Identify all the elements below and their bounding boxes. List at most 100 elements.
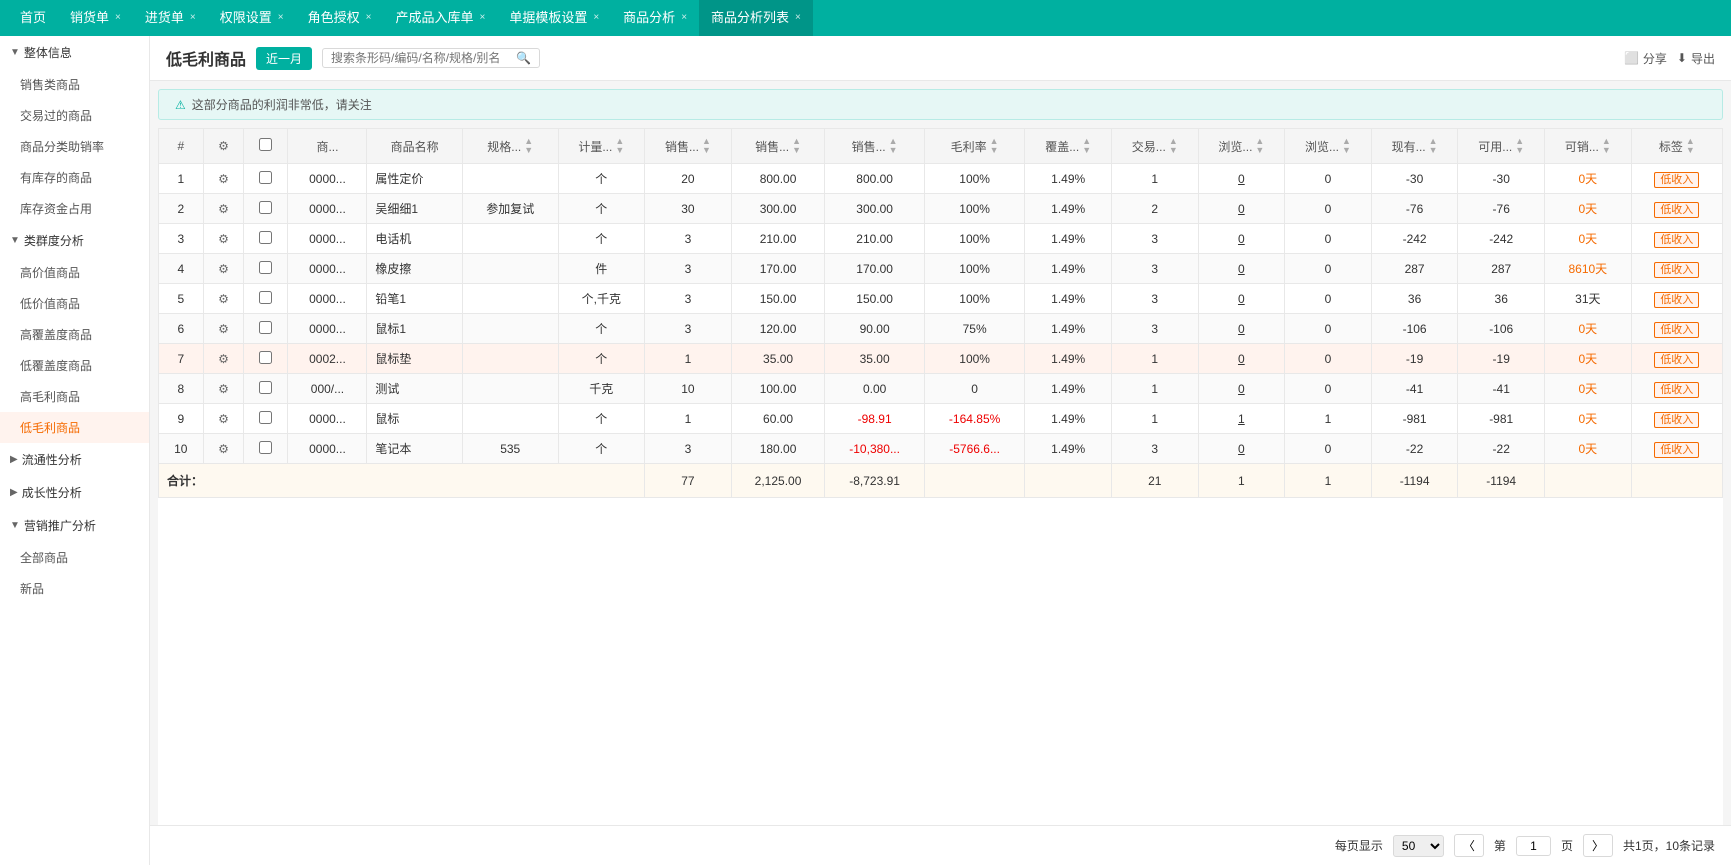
browse-link[interactable]: 0: [1238, 352, 1245, 366]
row-settings-icon[interactable]: ⚙: [218, 382, 229, 396]
col-sales_price[interactable]: 销售...▲▼: [731, 129, 825, 164]
row-settings-icon[interactable]: ⚙: [218, 322, 229, 336]
row-checkbox[interactable]: [259, 351, 272, 364]
row-checkbox[interactable]: [259, 291, 272, 304]
sort-icon-browse1[interactable]: ▲▼: [1255, 137, 1264, 155]
sidebar-section-流通性分析[interactable]: ▶流通性分析: [0, 443, 149, 476]
prev-page-btn[interactable]: 〈: [1454, 834, 1484, 857]
row-settings-icon[interactable]: ⚙: [218, 352, 229, 366]
col-available[interactable]: 可用...▲▼: [1458, 129, 1545, 164]
sidebar-section-成长性分析[interactable]: ▶成长性分析: [0, 476, 149, 509]
col-spec[interactable]: 规格...▲▼: [462, 129, 558, 164]
sidebar-item-低毛利商品[interactable]: 低毛利商品: [0, 412, 149, 443]
cell-row-settings[interactable]: ⚙: [203, 374, 244, 404]
sidebar-item-低价值商品[interactable]: 低价值商品: [0, 288, 149, 319]
col-code[interactable]: 商...: [288, 129, 367, 164]
row-settings-icon[interactable]: ⚙: [218, 232, 229, 246]
cell-checkbox[interactable]: [244, 194, 288, 224]
col-cover_rate[interactable]: 覆盖...▲▼: [1025, 129, 1112, 164]
sort-icon-cover_rate[interactable]: ▲▼: [1082, 137, 1091, 155]
browse-link[interactable]: 0: [1238, 322, 1245, 336]
nav-item-销货单[interactable]: 销货单×: [58, 0, 133, 36]
cell-checkbox[interactable]: [244, 164, 288, 194]
nav-close-icon[interactable]: ×: [681, 0, 687, 36]
sort-icon-trade[interactable]: ▲▼: [1169, 137, 1178, 155]
cell-checkbox[interactable]: [244, 314, 288, 344]
col-browse2[interactable]: 浏览...▲▼: [1285, 129, 1372, 164]
col-name[interactable]: 商品名称: [367, 129, 463, 164]
row-settings-icon[interactable]: ⚙: [218, 412, 229, 426]
sidebar-item-高覆盖度商品[interactable]: 高覆盖度商品: [0, 319, 149, 350]
browse-link[interactable]: 1: [1238, 412, 1245, 426]
sort-icon-available[interactable]: ▲▼: [1515, 137, 1524, 155]
sidebar-section-营销推广分析[interactable]: ▼营销推广分析: [0, 509, 149, 542]
sidebar-section-类群度分析[interactable]: ▼类群度分析: [0, 224, 149, 257]
sort-icon-unit[interactable]: ▲▼: [615, 137, 624, 155]
col-browse1[interactable]: 浏览...▲▼: [1198, 129, 1285, 164]
browse-link[interactable]: 0: [1238, 232, 1245, 246]
row-settings-icon[interactable]: ⚙: [218, 292, 229, 306]
browse-link[interactable]: 0: [1238, 202, 1245, 216]
cell-row-settings[interactable]: ⚙: [203, 344, 244, 374]
row-settings-icon[interactable]: ⚙: [218, 202, 229, 216]
col-tag[interactable]: 标签▲▼: [1631, 129, 1722, 164]
nav-item-权限设置[interactable]: 权限设置×: [208, 0, 296, 36]
col-sales_amount[interactable]: 销售...▲▼: [825, 129, 925, 164]
sidebar-item-高毛利商品[interactable]: 高毛利商品: [0, 381, 149, 412]
nav-item-单据模板设置[interactable]: 单据模板设置×: [497, 0, 611, 36]
sort-icon-sales_amount[interactable]: ▲▼: [889, 137, 898, 155]
cell-checkbox[interactable]: [244, 404, 288, 434]
cell-row-settings[interactable]: ⚙: [203, 194, 244, 224]
sidebar-item-销售类商品[interactable]: 销售类商品: [0, 69, 149, 100]
sidebar-section-整体信息[interactable]: ▼整体信息: [0, 36, 149, 69]
nav-item-角色授权[interactable]: 角色授权×: [296, 0, 384, 36]
select-all-checkbox[interactable]: [259, 138, 272, 151]
search-icon[interactable]: 🔍: [516, 51, 531, 65]
sidebar-item-低覆盖度商品[interactable]: 低覆盖度商品: [0, 350, 149, 381]
browse-link[interactable]: 0: [1238, 382, 1245, 396]
next-page-btn[interactable]: 〉: [1583, 834, 1613, 857]
nav-close-icon[interactable]: ×: [479, 0, 485, 36]
sidebar-item-新品[interactable]: 新品: [0, 573, 149, 604]
nav-close-icon[interactable]: ×: [366, 0, 372, 36]
sort-icon-tag[interactable]: ▲▼: [1686, 137, 1695, 155]
row-settings-icon[interactable]: ⚙: [218, 172, 229, 186]
sort-icon-gross_rate[interactable]: ▲▼: [990, 137, 999, 155]
nav-close-icon[interactable]: ×: [115, 0, 121, 36]
nav-close-icon[interactable]: ×: [278, 0, 284, 36]
nav-item-商品分析列表[interactable]: 商品分析列表×: [699, 0, 813, 36]
row-checkbox[interactable]: [259, 441, 272, 454]
row-checkbox[interactable]: [259, 201, 272, 214]
sort-icon-saleable[interactable]: ▲▼: [1602, 137, 1611, 155]
settings-icon[interactable]: ⚙: [218, 139, 229, 153]
sidebar-item-库存资金占用[interactable]: 库存资金占用: [0, 193, 149, 224]
col-unit[interactable]: 计量...▲▼: [558, 129, 645, 164]
sidebar-item-商品分类助销率[interactable]: 商品分类助销率: [0, 131, 149, 162]
cell-row-settings[interactable]: ⚙: [203, 404, 244, 434]
col-saleable[interactable]: 可销...▲▼: [1545, 129, 1632, 164]
col-trade[interactable]: 交易...▲▼: [1111, 129, 1198, 164]
nav-close-icon[interactable]: ×: [593, 0, 599, 36]
sort-icon-sales_price[interactable]: ▲▼: [792, 137, 801, 155]
cell-row-settings[interactable]: ⚙: [203, 284, 244, 314]
nav-close-icon[interactable]: ×: [190, 0, 196, 36]
col-sales_qty[interactable]: 销售...▲▼: [645, 129, 732, 164]
cell-checkbox[interactable]: [244, 434, 288, 464]
sidebar-item-高价值商品[interactable]: 高价值商品: [0, 257, 149, 288]
row-checkbox[interactable]: [259, 381, 272, 394]
sidebar-item-有库存的商品[interactable]: 有库存的商品: [0, 162, 149, 193]
per-page-select[interactable]: 50 100 200: [1393, 835, 1444, 857]
cell-checkbox[interactable]: [244, 224, 288, 254]
row-settings-icon[interactable]: ⚙: [218, 442, 229, 456]
sidebar-item-交易过的商品[interactable]: 交易过的商品: [0, 100, 149, 131]
sort-icon-spec[interactable]: ▲▼: [524, 137, 533, 155]
sidebar-item-全部商品[interactable]: 全部商品: [0, 542, 149, 573]
browse-link[interactable]: 0: [1238, 292, 1245, 306]
cell-row-settings[interactable]: ⚙: [203, 314, 244, 344]
cell-checkbox[interactable]: [244, 374, 288, 404]
nav-item-产成品入库单[interactable]: 产成品入库单×: [383, 0, 497, 36]
cell-row-settings[interactable]: ⚙: [203, 224, 244, 254]
row-checkbox[interactable]: [259, 321, 272, 334]
nav-item-商品分析[interactable]: 商品分析×: [611, 0, 699, 36]
cell-checkbox[interactable]: [244, 284, 288, 314]
